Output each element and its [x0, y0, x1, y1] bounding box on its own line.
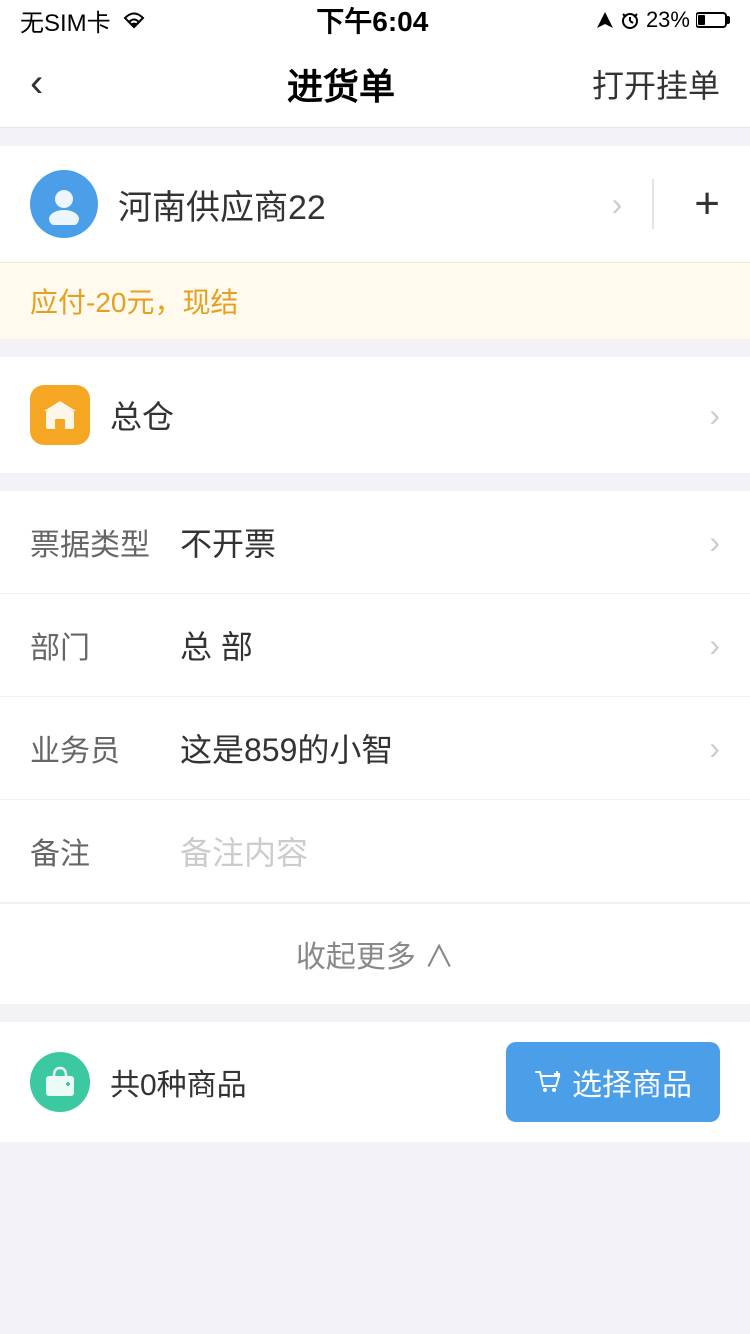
- back-button[interactable]: ‹: [30, 61, 90, 106]
- salesperson-chevron-icon: ›: [709, 730, 720, 767]
- collapse-button[interactable]: 收起更多 ∧: [0, 903, 750, 1004]
- location-icon: [596, 11, 614, 29]
- warehouse-chevron-icon: ›: [709, 397, 720, 434]
- warehouse-row[interactable]: 总仓 ›: [0, 357, 750, 473]
- status-left: 无SIM卡: [20, 3, 149, 38]
- department-value: 总 部: [160, 622, 709, 668]
- carrier-text: 无SIM卡: [20, 3, 111, 38]
- ticket-type-chevron-icon: ›: [709, 524, 720, 561]
- battery-text: 23%: [646, 7, 690, 33]
- open-pending-button[interactable]: 打开挂单: [592, 61, 720, 107]
- alarm-icon: [620, 10, 640, 30]
- supplier-chevron-icon: ›: [612, 186, 623, 223]
- status-time: 下午6:04: [316, 0, 428, 40]
- ticket-type-label: 票据类型: [30, 520, 160, 564]
- wifi-icon: [119, 9, 149, 31]
- warehouse-icon: [42, 397, 78, 433]
- avatar-icon: [43, 183, 85, 225]
- supplier-avatar: [30, 170, 98, 238]
- status-right: 23%: [596, 7, 730, 33]
- cart-icon: [534, 1068, 562, 1096]
- status-bar: 无SIM卡 下午6:04 23%: [0, 0, 750, 40]
- remark-input[interactable]: 备注内容: [160, 828, 720, 874]
- supplier-name: 河南供应商22: [118, 180, 612, 229]
- salesperson-label: 业务员: [30, 726, 160, 770]
- supplier-section: 河南供应商22 › + 应付-20元，现结: [0, 146, 750, 339]
- form-section: 票据类型 不开票 › 部门 总 部 › 业务员 这是859的小智 › 备注 备注…: [0, 491, 750, 1004]
- supplier-divider: [652, 179, 654, 229]
- salesperson-row[interactable]: 业务员 这是859的小智 ›: [0, 697, 750, 800]
- product-count-text: 共0种商品: [110, 1060, 486, 1104]
- warehouse-label: 总仓: [110, 392, 709, 438]
- page-title: 进货单: [287, 58, 395, 110]
- select-product-button[interactable]: 选择商品: [506, 1042, 720, 1122]
- bottom-bar: 共0种商品 选择商品: [0, 1022, 750, 1142]
- ticket-type-value: 不开票: [160, 519, 709, 565]
- warehouse-section: 总仓 ›: [0, 357, 750, 473]
- department-row[interactable]: 部门 总 部 ›: [0, 594, 750, 697]
- department-label: 部门: [30, 623, 160, 667]
- section-divider-1: [0, 128, 750, 146]
- ticket-type-row[interactable]: 票据类型 不开票 ›: [0, 491, 750, 594]
- add-supplier-button[interactable]: +: [694, 182, 720, 226]
- shopping-bag-icon: [42, 1064, 78, 1100]
- payment-notice: 应付-20元，现结: [0, 262, 750, 339]
- battery-icon: [696, 11, 730, 29]
- salesperson-value: 这是859的小智: [160, 725, 709, 771]
- nav-bar: ‹ 进货单 打开挂单: [0, 40, 750, 128]
- warehouse-icon-bg: [30, 385, 90, 445]
- remark-row[interactable]: 备注 备注内容: [0, 800, 750, 903]
- supplier-row[interactable]: 河南供应商22 › +: [0, 146, 750, 262]
- remark-label: 备注: [30, 829, 160, 873]
- department-chevron-icon: ›: [709, 627, 720, 664]
- select-product-label: 选择商品: [572, 1060, 692, 1104]
- product-count-icon-bg: [30, 1052, 90, 1112]
